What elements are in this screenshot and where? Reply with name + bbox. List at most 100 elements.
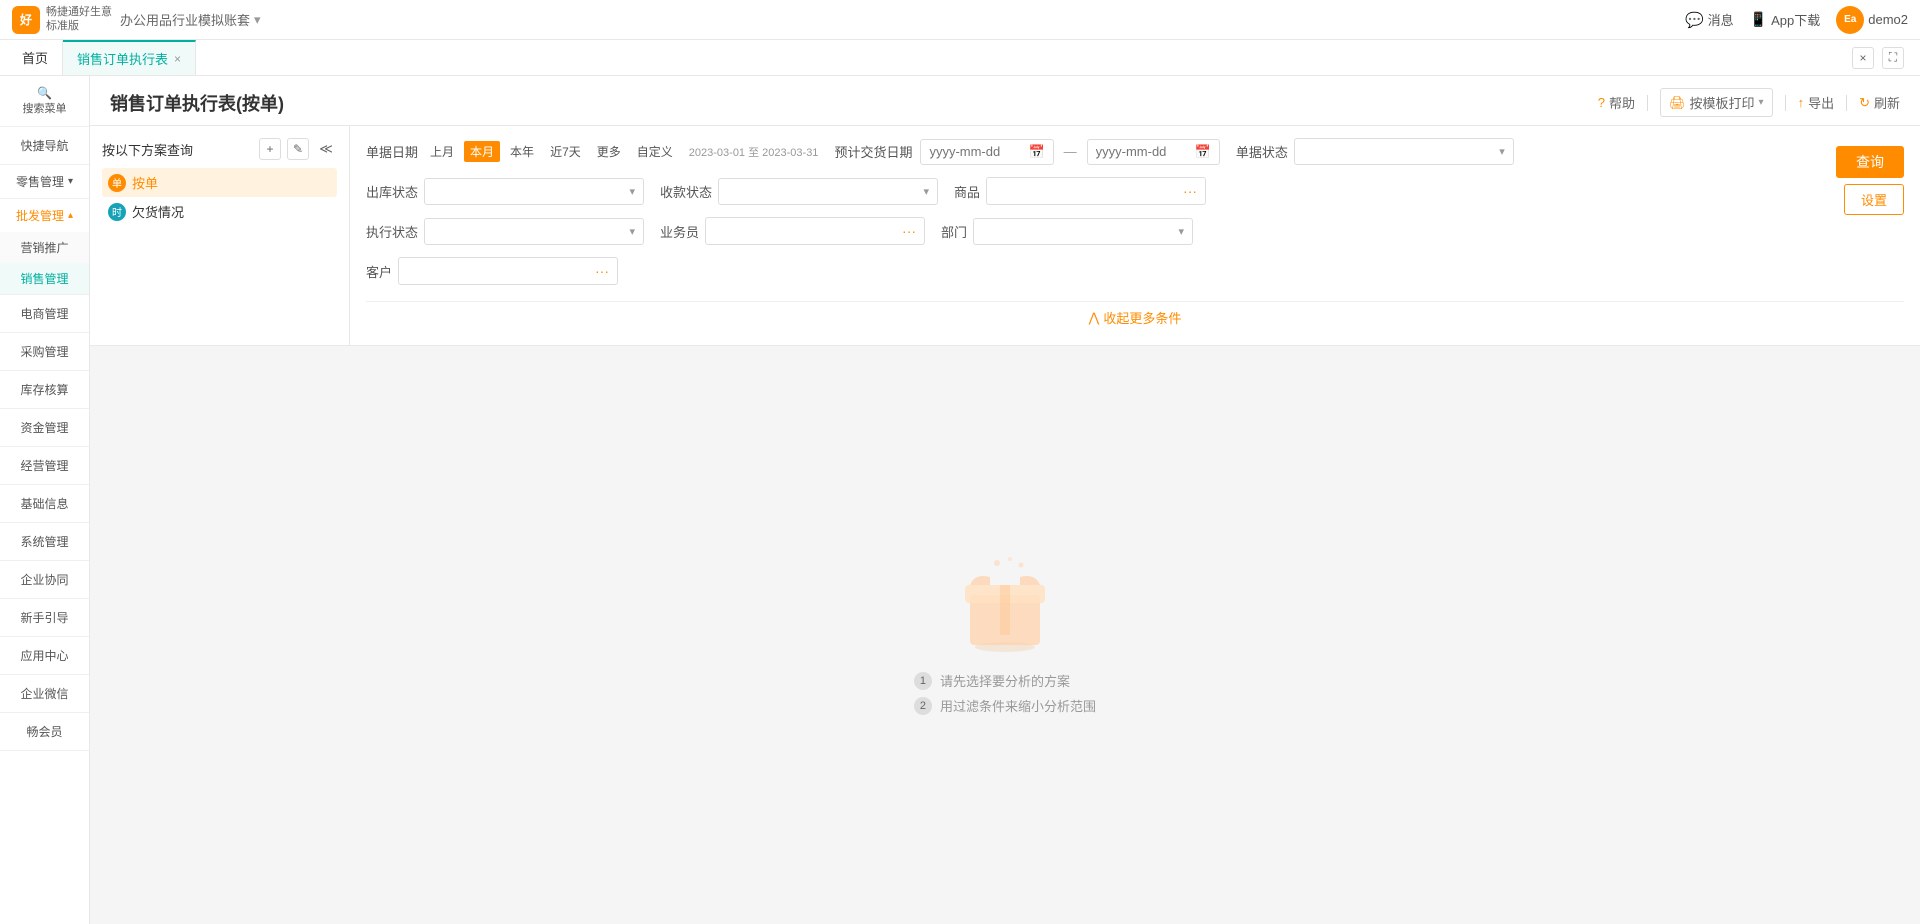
expected-delivery-end[interactable]: 📅 bbox=[1087, 139, 1220, 165]
payment-status-group: 收款状态 ▾ bbox=[660, 178, 938, 205]
customer-dots-icon[interactable]: ··· bbox=[595, 263, 609, 279]
sidebar-sub-sales-mgmt[interactable]: 销售管理 bbox=[0, 263, 89, 294]
collapse-up-icon: ⋀ bbox=[1089, 310, 1100, 326]
sidebar-item-member[interactable]: 畅会员 bbox=[0, 713, 89, 751]
divider-2 bbox=[1785, 95, 1786, 111]
payment-status-select[interactable]: ▾ bbox=[718, 178, 938, 205]
date-filter: 上月 本月 本年 近7天 更多 自定义 2023-0 bbox=[424, 141, 818, 162]
filter-item-owe-icon: 时 bbox=[108, 203, 126, 221]
sidebar-item-finance[interactable]: 资金管理 bbox=[0, 409, 89, 447]
sidebar-item-basic-info[interactable]: 基础信息 bbox=[0, 485, 89, 523]
app-download-button[interactable]: 📱 App下载 bbox=[1750, 10, 1821, 29]
sidebar-sales-mgmt-label: 销售管理 bbox=[20, 272, 68, 286]
divider-3 bbox=[1846, 95, 1847, 111]
sidebar-operations-label: 经营管理 bbox=[20, 459, 68, 473]
settings-button[interactable]: 设置 bbox=[1844, 184, 1904, 215]
left-filter-header: 按以下方案查询 + ✎ ≪ bbox=[102, 138, 337, 160]
department-select[interactable]: ▾ bbox=[973, 218, 1193, 245]
empty-icon bbox=[945, 555, 1065, 655]
filter-row-2: 出库状态 ▾ 收款状态 bbox=[366, 177, 1828, 205]
order-status-select[interactable]: ▾ bbox=[1294, 138, 1514, 165]
sidebar-sub-marketing[interactable]: 营销推广 bbox=[0, 232, 89, 263]
tab-close-icon[interactable]: × bbox=[174, 52, 181, 66]
customer-input[interactable] bbox=[407, 264, 595, 279]
refresh-button[interactable]: ↻ 刷新 bbox=[1859, 93, 1900, 112]
sidebar-system-label: 系统管理 bbox=[20, 535, 68, 549]
sidebar-item-ecommerce[interactable]: 电商管理 bbox=[0, 295, 89, 333]
goods-group: 商品 ··· bbox=[954, 177, 1206, 205]
sidebar-group-retail: 零售管理 ▾ bbox=[0, 165, 89, 199]
sidebar-item-operations[interactable]: 经营管理 bbox=[0, 447, 89, 485]
filter-item-press-single[interactable]: 单 按单 bbox=[102, 168, 337, 197]
sidebar-item-inventory[interactable]: 库存核算 bbox=[0, 371, 89, 409]
sidebar-item-new-guide[interactable]: 新手引导 bbox=[0, 599, 89, 637]
order-status-input[interactable] bbox=[1303, 144, 1499, 159]
print-button[interactable]: 🖨 按模板打印 ▾ bbox=[1660, 88, 1773, 117]
tab-sales-order[interactable]: 销售订单执行表 × bbox=[63, 40, 196, 75]
payment-status-input[interactable] bbox=[727, 184, 923, 199]
sidebar-item-wholesale-mgmt[interactable]: 批发管理 ▴ bbox=[0, 199, 89, 232]
date-dash: — bbox=[1064, 144, 1077, 159]
outbound-status-arrow-icon: ▾ bbox=[629, 185, 635, 198]
salesperson-input[interactable] bbox=[714, 224, 902, 239]
date-btn-last-month[interactable]: 上月 bbox=[424, 141, 460, 162]
outbound-status-select[interactable]: ▾ bbox=[424, 178, 644, 205]
expected-delivery-end-input[interactable] bbox=[1096, 144, 1191, 159]
order-status-label: 单据状态 bbox=[1236, 142, 1288, 161]
tab-home[interactable]: 首页 bbox=[8, 40, 63, 75]
execute-status-input[interactable] bbox=[433, 224, 629, 239]
tab-home-label: 首页 bbox=[22, 48, 48, 67]
department-input[interactable] bbox=[982, 224, 1178, 239]
add-scheme-button[interactable]: + bbox=[259, 138, 281, 160]
logo-area: 好 畅捷通好生意 标准版 bbox=[12, 6, 112, 34]
sidebar-purchase-label: 采购管理 bbox=[20, 345, 68, 359]
outbound-status-label: 出库状态 bbox=[366, 182, 418, 201]
date-btn-current-month[interactable]: 本月 bbox=[464, 141, 500, 162]
sidebar-search[interactable]: 🔍 搜索菜单 bbox=[0, 76, 89, 127]
edit-scheme-button[interactable]: ✎ bbox=[287, 138, 309, 160]
tab-close-button[interactable]: × bbox=[1852, 47, 1874, 69]
user-profile[interactable]: Ea demo2 bbox=[1836, 6, 1908, 34]
execute-status-group: 执行状态 ▾ bbox=[366, 218, 644, 245]
sidebar-item-retail-mgmt[interactable]: 零售管理 ▾ bbox=[0, 165, 89, 198]
filter-item-owe-label: 欠货情况 bbox=[132, 202, 184, 221]
avatar: Ea bbox=[1836, 6, 1864, 34]
payment-status-label: 收款状态 bbox=[660, 182, 712, 201]
date-field-group: 单据日期 上月 本月 本年 近7天 更多 自定义 bbox=[366, 141, 818, 162]
filter-row-3: 执行状态 ▾ 业务员 bbox=[366, 217, 1828, 245]
breadcrumb[interactable]: 办公用品行业模拟账套 ▾ bbox=[120, 10, 261, 29]
sidebar-item-system[interactable]: 系统管理 bbox=[0, 523, 89, 561]
salesperson-select[interactable]: ··· bbox=[705, 217, 925, 245]
date-btn-current-year[interactable]: 本年 bbox=[504, 141, 540, 162]
outbound-status-input[interactable] bbox=[433, 184, 629, 199]
collapse-left-button[interactable]: ≪ bbox=[315, 138, 337, 160]
sidebar-item-purchase[interactable]: 采购管理 bbox=[0, 333, 89, 371]
sidebar-item-enterprise-collab[interactable]: 企业协同 bbox=[0, 561, 89, 599]
sidebar-item-app-center[interactable]: 应用中心 bbox=[0, 637, 89, 675]
sidebar-quick-nav[interactable]: 快捷导航 bbox=[0, 127, 89, 165]
breadcrumb-text: 办公用品行业模拟账套 bbox=[120, 10, 250, 29]
goods-select[interactable]: ··· bbox=[986, 177, 1206, 205]
goods-input[interactable] bbox=[995, 184, 1183, 199]
collapse-filter-button[interactable]: ⋀ 收起更多条件 bbox=[366, 301, 1904, 333]
expected-delivery-start-input[interactable] bbox=[929, 144, 1024, 159]
export-button[interactable]: ↑ 导出 bbox=[1798, 93, 1835, 112]
filter-top-row: 单据日期 上月 本月 本年 近7天 更多 自定义 bbox=[366, 138, 1904, 297]
date-btn-last7[interactable]: 近7天 bbox=[544, 141, 587, 162]
expected-delivery-start[interactable]: 📅 bbox=[920, 139, 1053, 165]
right-filter: 单据日期 上月 本月 本年 近7天 更多 自定义 bbox=[350, 126, 1920, 345]
filter-item-owe-goods[interactable]: 时 欠货情况 bbox=[102, 197, 337, 226]
salesperson-dots-icon[interactable]: ··· bbox=[902, 223, 916, 239]
query-button[interactable]: 查询 bbox=[1836, 146, 1904, 178]
date-btn-custom[interactable]: 自定义 bbox=[631, 141, 679, 162]
goods-dots-icon[interactable]: ··· bbox=[1183, 183, 1197, 199]
message-button[interactable]: 💬 消息 bbox=[1685, 10, 1734, 29]
execute-status-select[interactable]: ▾ bbox=[424, 218, 644, 245]
customer-select[interactable]: ··· bbox=[398, 257, 618, 285]
help-button[interactable]: ? 帮助 bbox=[1598, 93, 1635, 112]
tab-maximize-button[interactable]: ⛶ bbox=[1882, 47, 1904, 69]
customer-label: 客户 bbox=[366, 262, 392, 281]
date-btn-more[interactable]: 更多 bbox=[591, 141, 627, 162]
sidebar-item-enterprise-wechat[interactable]: 企业微信 bbox=[0, 675, 89, 713]
sidebar-retail-label: 零售管理 bbox=[16, 173, 64, 190]
